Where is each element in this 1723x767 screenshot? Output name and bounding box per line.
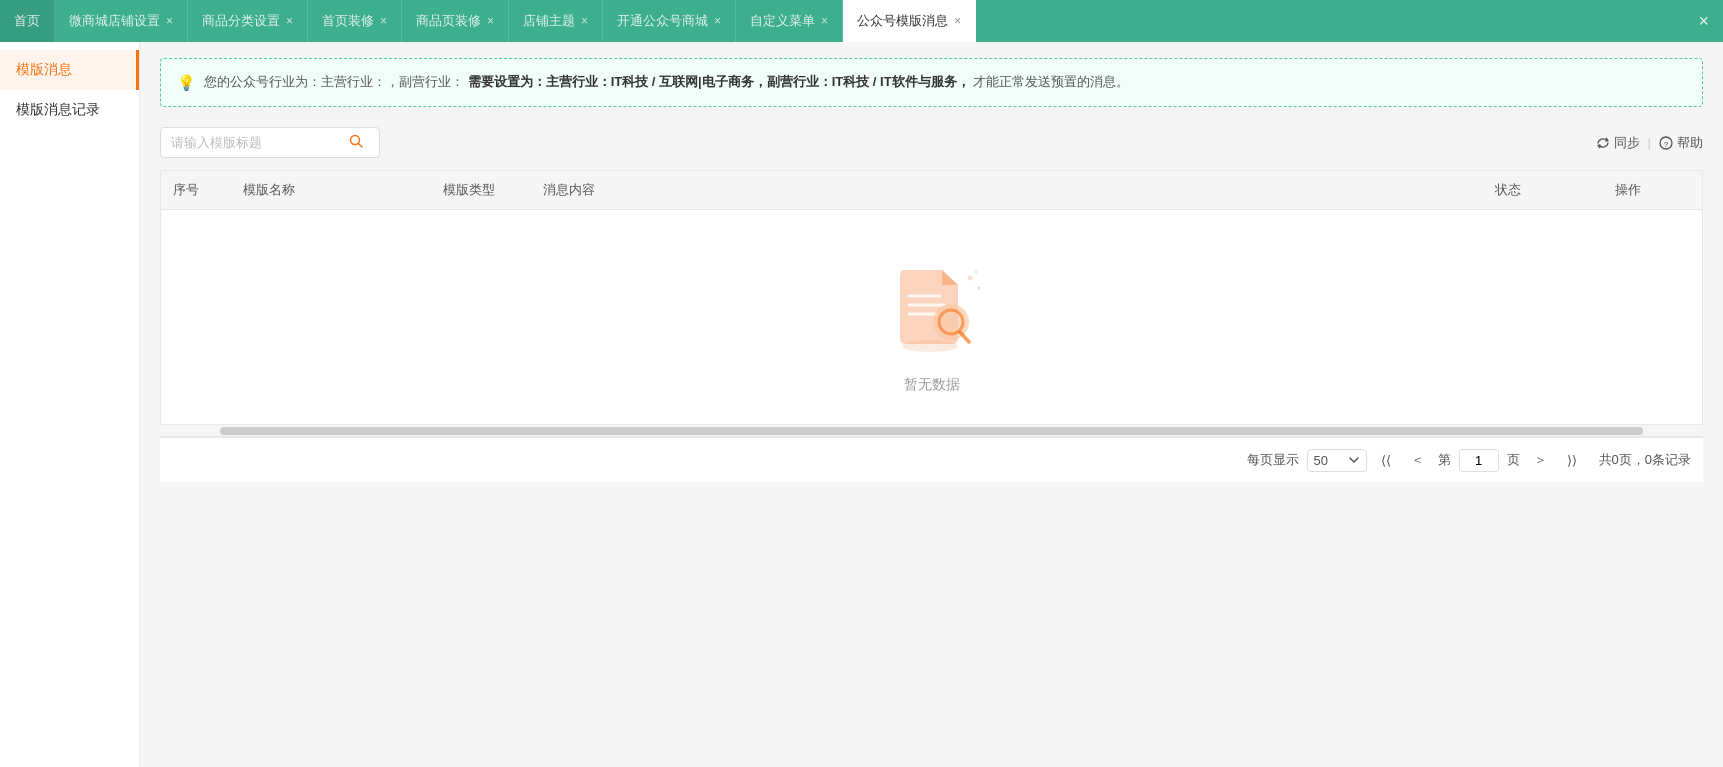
notice-prefix: 您的公众号行业为：主营行业：，副营行业： — [204, 74, 464, 89]
close-theme-icon[interactable]: × — [581, 14, 588, 28]
close-weishop-icon[interactable]: × — [166, 14, 173, 28]
main-layout: 模版消息 模版消息记录 💡 您的公众号行业为：主营行业：，副营行业： 需要设置为… — [0, 42, 1723, 767]
nav-tab-weishop-label: 微商城店铺设置 — [69, 12, 160, 30]
sync-button[interactable]: 同步 — [1596, 134, 1640, 152]
close-homepage-icon[interactable]: × — [380, 14, 387, 28]
search-button[interactable] — [341, 128, 371, 157]
help-button[interactable]: ? 帮助 — [1659, 134, 1703, 152]
svg-line-1 — [359, 144, 363, 148]
prev-page-button[interactable]: ＜ — [1405, 448, 1430, 472]
close-product-icon[interactable]: × — [487, 14, 494, 28]
sync-label: 同步 — [1614, 134, 1640, 152]
per-page-label: 每页显示 — [1247, 451, 1299, 469]
svg-point-13 — [974, 271, 977, 274]
top-nav: 首页 微商城店铺设置 × 商品分类设置 × 首页装修 × 商品页装修 × 店铺主… — [0, 0, 1723, 42]
sidebar-item-template-msg[interactable]: 模版消息 — [0, 50, 139, 90]
page-size-value: 50 — [1314, 453, 1328, 468]
col-header-index: 序号 — [161, 171, 231, 210]
nav-tab-category[interactable]: 商品分类设置 × — [188, 0, 308, 42]
table-header-row: 序号 模版名称 模版类型 消息内容 状态 操作 — [161, 171, 1703, 210]
nav-tab-product-label: 商品页装修 — [416, 12, 481, 30]
next-page-button[interactable]: ＞ — [1528, 448, 1553, 472]
nav-tab-category-label: 商品分类设置 — [202, 12, 280, 30]
col-header-action: 操作 — [1603, 171, 1703, 210]
empty-text: 暂无数据 — [161, 376, 1702, 394]
data-table: 序号 模版名称 模版类型 消息内容 状态 操作 — [160, 170, 1703, 425]
horizontal-scrollbar[interactable] — [160, 425, 1703, 437]
nav-tab-wechat-shop-label: 开通公众号商城 — [617, 12, 708, 30]
nav-tab-home[interactable]: 首页 — [0, 0, 55, 42]
nav-tab-product[interactable]: 商品页装修 × — [402, 0, 509, 42]
nav-tab-theme-label: 店铺主题 — [523, 12, 575, 30]
search-input[interactable] — [161, 129, 341, 156]
close-custom-menu-icon[interactable]: × — [821, 14, 828, 28]
svg-point-11 — [967, 276, 972, 281]
col-header-content: 消息内容 — [531, 171, 1483, 210]
bulb-icon: 💡 — [177, 74, 196, 92]
first-page-button[interactable]: ⟨⟨ — [1375, 450, 1397, 471]
nav-tab-template-msg[interactable]: 公众号模版消息 × — [843, 0, 976, 42]
page-label-before: 第 — [1438, 451, 1451, 469]
close-wechat-shop-icon[interactable]: × — [714, 14, 721, 28]
notice-box: 💡 您的公众号行业为：主营行业：，副营行业： 需要设置为：主营行业：IT科技 /… — [160, 58, 1703, 107]
page-number-input[interactable] — [1459, 449, 1499, 472]
nav-tab-homepage[interactable]: 首页装修 × — [308, 0, 402, 42]
nav-tab-custom-menu-label: 自定义菜单 — [750, 12, 815, 30]
close-template-msg-icon[interactable]: × — [954, 14, 961, 28]
notice-suffix: 才能正常发送预置的消息。 — [973, 74, 1129, 89]
toolbar: 同步 | ? 帮助 — [160, 127, 1703, 158]
sidebar-item-template-msg-log[interactable]: 模版消息记录 — [0, 90, 139, 130]
nav-tab-template-msg-label: 公众号模版消息 — [857, 12, 948, 30]
nav-tab-custom-menu[interactable]: 自定义菜单 × — [736, 0, 843, 42]
help-icon: ? — [1659, 136, 1673, 150]
content-area: 💡 您的公众号行业为：主营行业：，副营行业： 需要设置为：主营行业：IT科技 /… — [140, 42, 1723, 767]
last-page-button[interactable]: ⟩⟩ — [1561, 450, 1583, 471]
page-size-select[interactable]: 50 — [1307, 449, 1367, 472]
page-summary: 共0页，0条记录 — [1599, 451, 1691, 469]
col-header-type: 模版类型 — [431, 171, 531, 210]
nav-tab-wechat-shop[interactable]: 开通公众号商城 × — [603, 0, 736, 42]
toolbar-divider: | — [1648, 135, 1651, 150]
pagination: 每页显示 50 ⟨⟨ ＜ 第 页 ＞ ⟩⟩ 共0页，0条记录 — [160, 437, 1703, 482]
search-box — [160, 127, 380, 158]
svg-text:?: ? — [1664, 139, 1669, 148]
nav-tab-theme[interactable]: 店铺主题 × — [509, 0, 603, 42]
toolbar-right: 同步 | ? 帮助 — [1596, 134, 1703, 152]
close-category-icon[interactable]: × — [286, 14, 293, 28]
help-label: 帮助 — [1677, 134, 1703, 152]
notice-text: 您的公众号行业为：主营行业：，副营行业： 需要设置为：主营行业：IT科技 / 互… — [204, 73, 1129, 91]
empty-state: 暂无数据 — [161, 210, 1702, 424]
scrollbar-thumb[interactable] — [220, 427, 1643, 435]
empty-row: 暂无数据 — [161, 210, 1703, 425]
nav-tab-home-label: 首页 — [14, 12, 40, 30]
col-header-status: 状态 — [1483, 171, 1603, 210]
table-body: 暂无数据 — [161, 210, 1703, 425]
close-all-tabs-button[interactable]: × — [1684, 11, 1723, 32]
nav-tab-weishop[interactable]: 微商城店铺设置 × — [55, 0, 188, 42]
empty-state-svg — [872, 250, 992, 360]
sync-icon — [1596, 136, 1610, 150]
col-header-name: 模版名称 — [231, 171, 431, 210]
empty-illustration — [872, 250, 992, 360]
sidebar-item-template-msg-label: 模版消息 — [16, 61, 72, 77]
sidebar: 模版消息 模版消息记录 — [0, 42, 140, 767]
notice-highlight: 需要设置为：主营行业：IT科技 / 互联网|电子商务，副营行业：IT科技 / I… — [468, 74, 970, 89]
chevron-down-icon — [1348, 454, 1360, 466]
svg-point-12 — [977, 287, 980, 290]
sidebar-item-template-msg-log-label: 模版消息记录 — [16, 101, 100, 117]
search-icon — [349, 134, 363, 148]
nav-tab-homepage-label: 首页装修 — [322, 12, 374, 30]
page-label-after: 页 — [1507, 451, 1520, 469]
